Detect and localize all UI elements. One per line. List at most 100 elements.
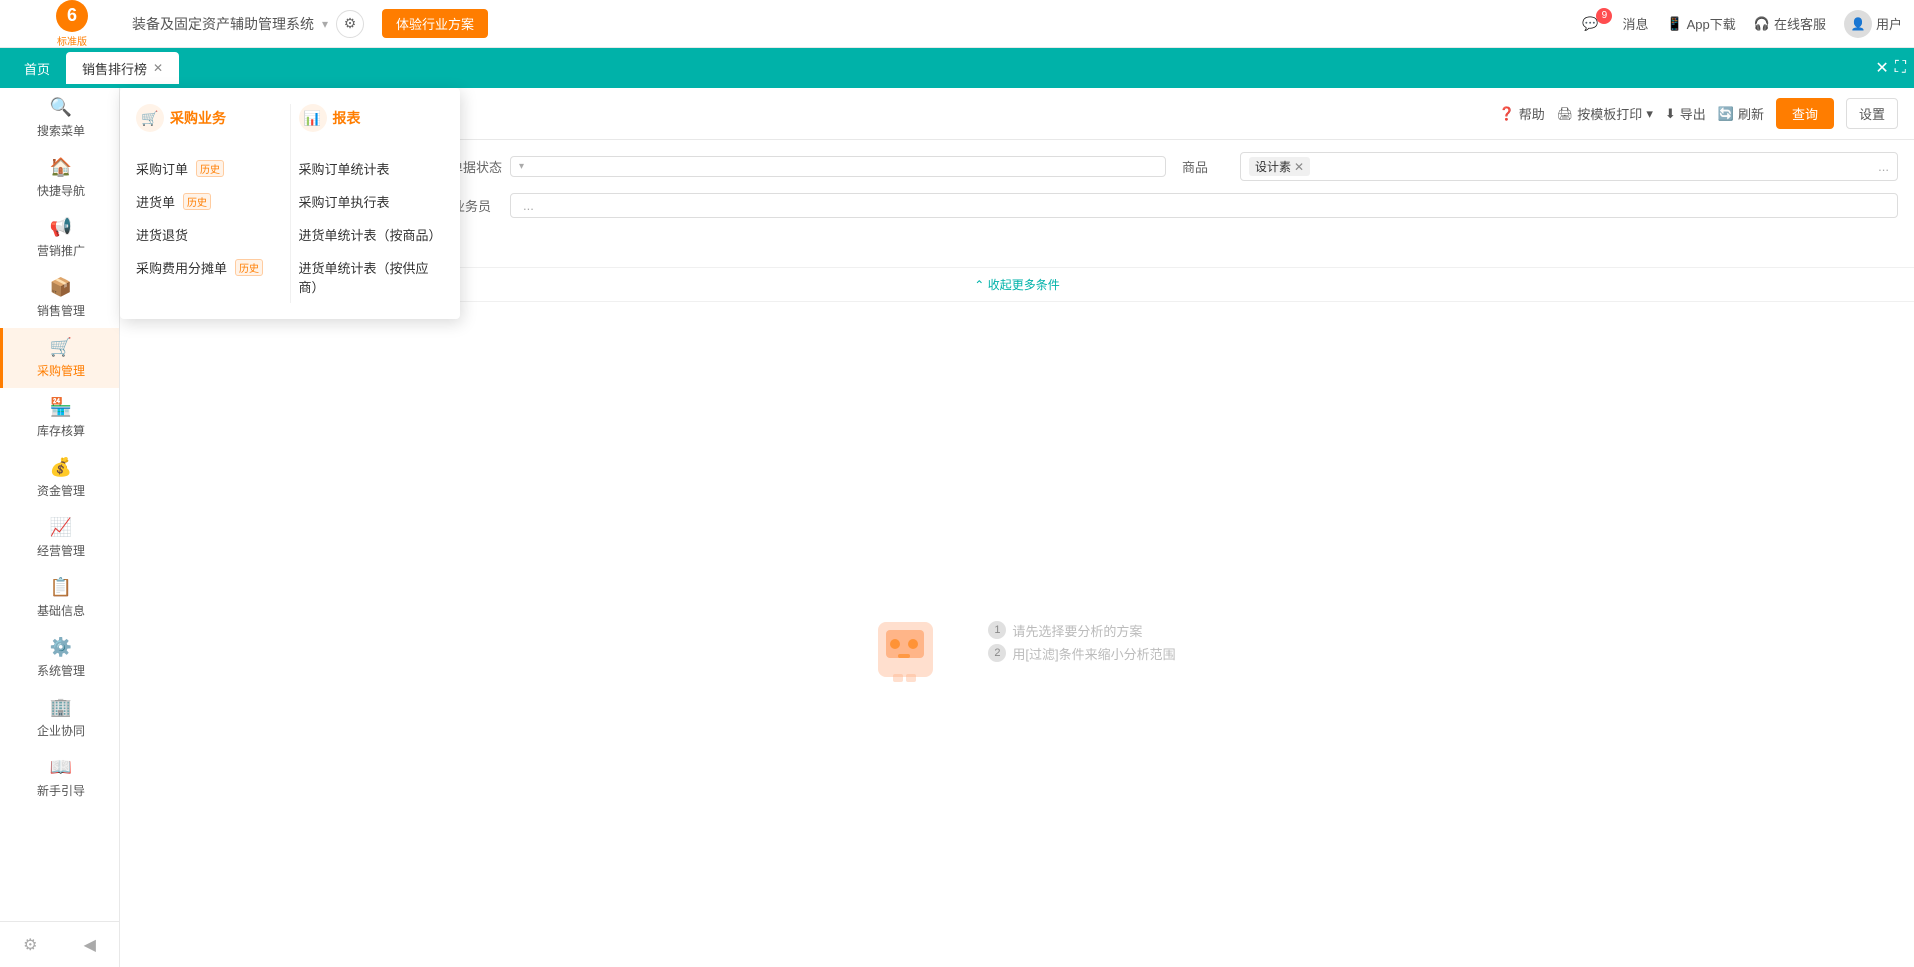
- empty-content: 1 请先选择要分析的方案 2 用[过滤]条件来缩小分析范围: [858, 592, 1175, 692]
- operation-icon: 📈: [50, 517, 72, 538]
- dropdown-arrow-icon[interactable]: ▾: [322, 17, 328, 31]
- dropdown-columns: 🛒 采购业务 采购订单 历史 进货单 历史 进货退货: [136, 104, 444, 303]
- sidebar-sales-label: 销售管理: [37, 302, 85, 319]
- sales-icon: 📦: [50, 277, 72, 298]
- sidebar-item-system[interactable]: ⚙️ 系统管理: [0, 628, 119, 688]
- export-label: 导出: [1680, 104, 1706, 123]
- tab-close-icon[interactable]: ✕: [153, 61, 163, 75]
- hint-num-1: 1: [988, 621, 1006, 639]
- sidebar-item-enterprise[interactable]: 🏢 企业协同: [0, 688, 119, 748]
- message-label: 消息: [1622, 14, 1648, 33]
- history-tag-expense: 历史: [235, 259, 263, 276]
- collapse-sidebar-icon[interactable]: ◀: [84, 935, 96, 955]
- marketing-icon: 📢: [50, 217, 72, 238]
- gear-button[interactable]: ⚙: [336, 10, 364, 38]
- message-item[interactable]: 💬 9 消息: [1582, 14, 1648, 33]
- tab-maximize-icon[interactable]: ⛶: [1895, 59, 1906, 77]
- dropdown-col-divider: [290, 104, 291, 303]
- dropdown-item-stock-in[interactable]: 进货单 历史: [136, 185, 282, 218]
- help-label: 帮助: [1519, 104, 1545, 123]
- online-service-item[interactable]: 🎧 在线客服: [1754, 14, 1826, 33]
- collapse-text: 收起更多条件: [988, 278, 1060, 292]
- sidebar-quick-nav-label: 快捷导航: [37, 182, 85, 199]
- goods-tag-close[interactable]: ✕: [1294, 160, 1304, 174]
- tab-home[interactable]: 首页: [8, 52, 66, 84]
- dropdown-item-purchase-order[interactable]: 采购订单 历史: [136, 152, 282, 185]
- sidebar-item-inventory[interactable]: 🏪 库存核算: [0, 388, 119, 448]
- export-button[interactable]: ⬇ 导出: [1665, 104, 1706, 123]
- salesperson-input[interactable]: ...: [510, 193, 1898, 218]
- top-bar: 6 标准版 装备及固定资产辅助管理系统 ▾ ⚙ 体验行业方案 💬 9 消息 📱 …: [0, 0, 1914, 48]
- enterprise-icon: 🏢: [50, 697, 72, 718]
- report-col-title-text: 报表: [333, 108, 361, 128]
- sidebar-item-operation[interactable]: 📈 经营管理: [0, 508, 119, 568]
- refresh-icon: 🔄: [1718, 106, 1734, 122]
- help-icon: ❓: [1499, 106, 1515, 122]
- sidebar-item-search[interactable]: 🔍 搜索菜单: [0, 88, 119, 148]
- sidebar-item-sales[interactable]: 📦 销售管理: [0, 268, 119, 328]
- inventory-icon: 🏪: [50, 397, 72, 418]
- logo-icon: 6: [56, 0, 88, 32]
- system-title-area: 装备及固定资产辅助管理系统 ▾ ⚙ 体验行业方案: [132, 9, 1582, 38]
- sidebar-item-basic[interactable]: 📋 基础信息: [0, 568, 119, 628]
- message-badge: 9: [1596, 8, 1612, 24]
- dropdown-item-expense[interactable]: 采购费用分摊单 历史: [136, 251, 282, 284]
- sidebar-item-quick-nav[interactable]: 🏠 快捷导航: [0, 148, 119, 208]
- settings-button[interactable]: 设置: [1846, 98, 1898, 129]
- status-input[interactable]: ▾: [510, 156, 1166, 177]
- sidebar-item-purchase[interactable]: 🛒 采购管理: [0, 328, 119, 388]
- refresh-button[interactable]: 🔄 刷新: [1718, 104, 1764, 123]
- history-tag-purchase-order: 历史: [196, 160, 224, 177]
- tab-close-all-icon[interactable]: ✕: [1875, 58, 1888, 78]
- collapse-icon: ⌃: [974, 278, 984, 292]
- dropdown-item-order-stats[interactable]: 采购订单统计表: [299, 152, 445, 185]
- tab-bar: 首页 销售排行榜 ✕ ✕ ⛶: [0, 48, 1914, 88]
- sidebar-guide-label: 新手引导: [37, 782, 85, 799]
- print-button[interactable]: 🖨 按模板打印 ▾: [1557, 104, 1653, 123]
- home-icon: 🏠: [50, 157, 72, 178]
- settings-icon[interactable]: ⚙: [23, 935, 37, 955]
- tab-sales-rank[interactable]: 销售排行榜 ✕: [66, 52, 179, 84]
- empty-hint-2: 2 用[过滤]条件来缩小分析范围: [988, 644, 1175, 663]
- purchase-icon: 🛒: [50, 337, 72, 358]
- guide-icon: 📖: [50, 757, 72, 778]
- empty-svg: [858, 592, 958, 692]
- dropdown-item-stock-return[interactable]: 进货退货: [136, 218, 282, 251]
- purchase-dropdown: 🛒 采购业务 采购订单 历史 进货单 历史 进货退货: [120, 88, 460, 319]
- goods-filter: 商品 设计素 ✕ ...: [1182, 152, 1898, 181]
- query-button[interactable]: 查询: [1776, 98, 1834, 129]
- empty-hint-1: 1 请先选择要分析的方案: [988, 621, 1175, 640]
- main-layout: 🔍 搜索菜单 🏠 快捷导航 📢 营销推广 📦 销售管理 🛒 采购管理 🏪 库存核…: [0, 88, 1914, 967]
- sidebar-item-marketing[interactable]: 📢 营销推广: [0, 208, 119, 268]
- help-button[interactable]: ❓ 帮助: [1499, 104, 1545, 123]
- service-icon: 🎧: [1754, 16, 1770, 32]
- sidebar-operation-label: 经营管理: [37, 542, 85, 559]
- dropdown-col-purchase: 🛒 采购业务 采购订单 历史 进货单 历史 进货退货: [136, 104, 282, 303]
- user-item[interactable]: 👤 用户: [1844, 10, 1902, 38]
- sidebar: 🔍 搜索菜单 🏠 快捷导航 📢 营销推广 📦 销售管理 🛒 采购管理 🏪 库存核…: [0, 88, 120, 967]
- sidebar-bottom: ⚙ ◀: [0, 921, 119, 967]
- dropdown-item-supplier-stats[interactable]: 进货单统计表（按供应商）: [299, 251, 445, 303]
- tab-home-label: 首页: [24, 59, 50, 78]
- dropdown-item-goods-stats[interactable]: 进货单统计表（按商品）: [299, 218, 445, 251]
- dropdown-item-order-exec[interactable]: 采购订单执行表: [299, 185, 445, 218]
- salesperson-dots[interactable]: ...: [523, 198, 534, 213]
- tab-bar-right: ✕ ⛶: [1875, 58, 1906, 78]
- finance-icon: 💰: [50, 457, 72, 478]
- goods-input[interactable]: 设计素 ✕ ...: [1240, 152, 1898, 181]
- goods-more-dots[interactable]: ...: [1878, 159, 1889, 174]
- system-icon: ⚙️: [50, 637, 72, 658]
- basic-icon: 📋: [50, 577, 72, 598]
- logo-area: 6 标准版: [12, 0, 132, 48]
- user-label: 用户: [1876, 14, 1902, 33]
- sidebar-item-finance[interactable]: 💰 资金管理: [0, 448, 119, 508]
- app-download-item[interactable]: 📱 App下载: [1666, 14, 1735, 33]
- purchase-col-icon: 🛒: [136, 104, 164, 132]
- print-label: 按模板打印: [1577, 104, 1642, 123]
- system-name: 装备及固定资产辅助管理系统: [132, 14, 314, 34]
- salesperson-filter: 业务员 ...: [452, 193, 1898, 218]
- sidebar-item-guide[interactable]: 📖 新手引导: [0, 748, 119, 808]
- export-icon: ⬇: [1665, 106, 1676, 122]
- empty-state: 1 请先选择要分析的方案 2 用[过滤]条件来缩小分析范围: [120, 302, 1914, 967]
- industry-button[interactable]: 体验行业方案: [382, 9, 488, 38]
